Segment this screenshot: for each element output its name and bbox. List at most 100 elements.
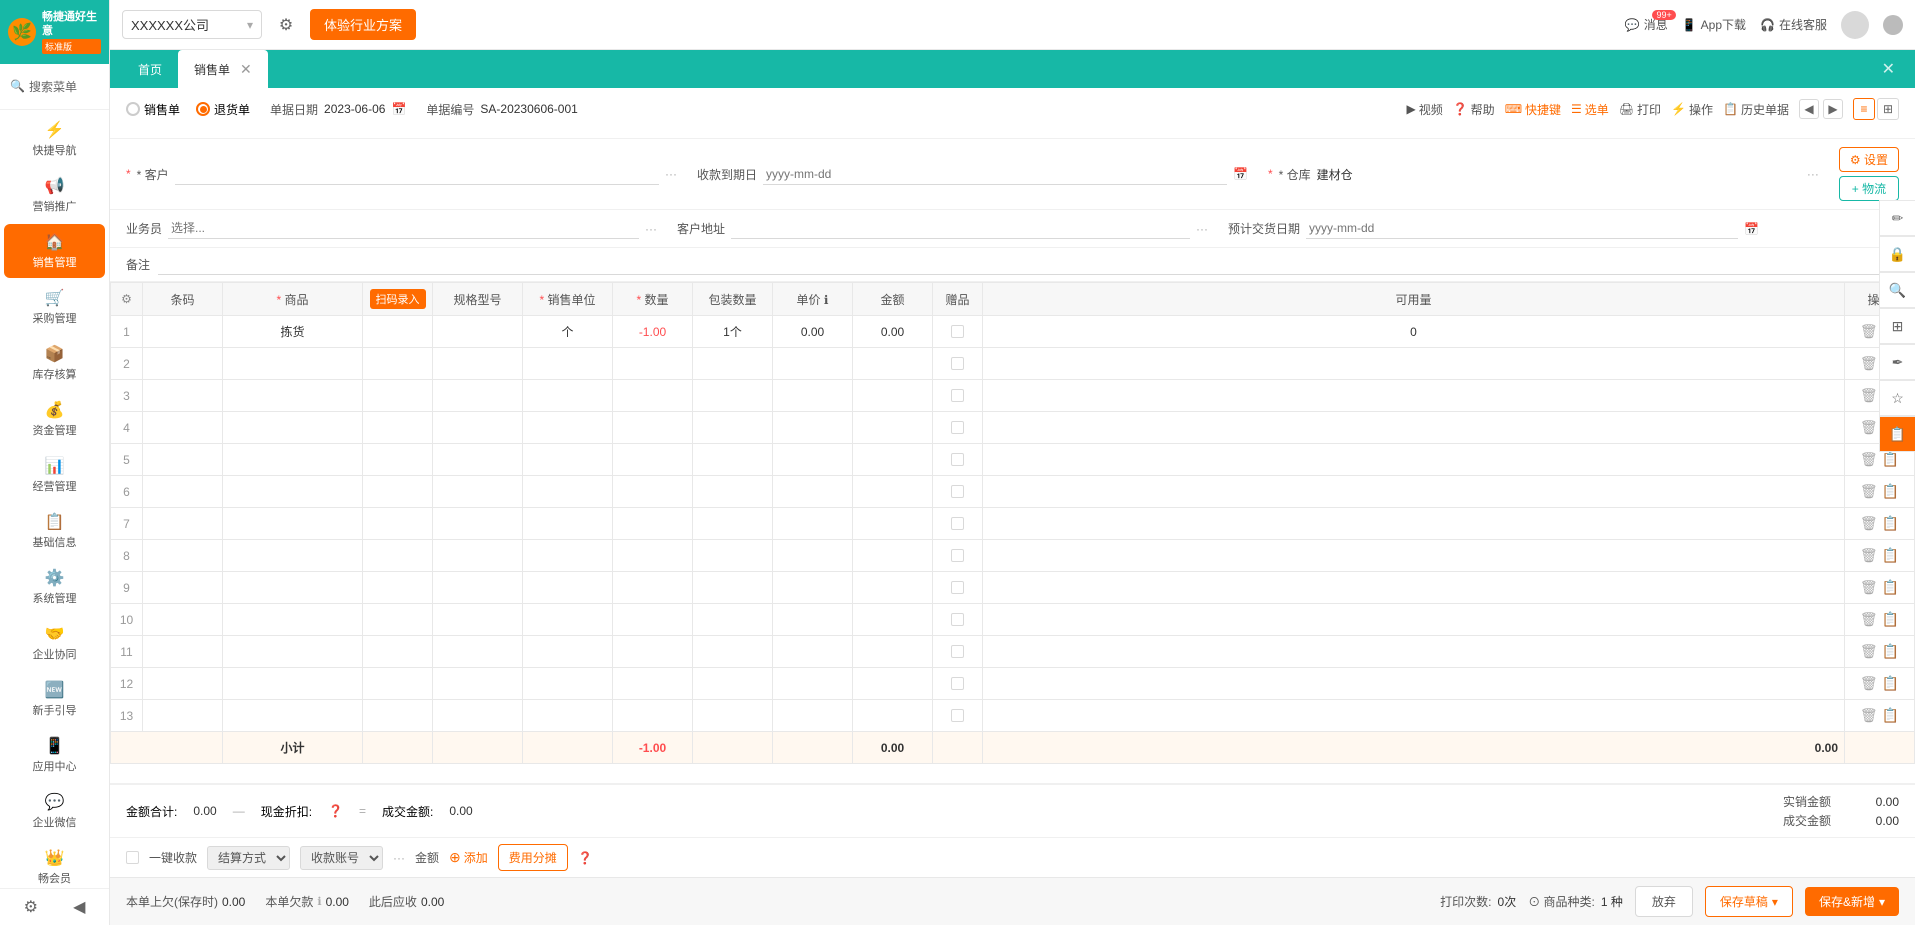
list-view-icon[interactable]: ≡ xyxy=(1853,98,1875,120)
save-draft-button[interactable]: 保存草稿 ▾ xyxy=(1705,886,1793,917)
expected-date-input[interactable] xyxy=(1306,218,1738,239)
tab-home[interactable]: 首页 xyxy=(122,50,178,88)
delete-icon[interactable]: 🗑 xyxy=(1860,355,1878,372)
history-action[interactable]: 📋 历史单据 xyxy=(1723,101,1789,118)
delete-icon[interactable]: 🗑 xyxy=(1860,419,1878,436)
customer-input[interactable] xyxy=(175,164,659,185)
row-unit2-1[interactable] xyxy=(433,316,523,348)
th-settings[interactable]: ⚙ xyxy=(111,283,143,316)
customer-addr-input[interactable] xyxy=(731,218,1190,239)
salesperson-dots-icon[interactable]: ··· xyxy=(645,222,657,236)
shortcut-action[interactable]: ⌨ 快捷键 xyxy=(1505,101,1561,118)
app-download-action[interactable]: 📱 App下载 xyxy=(1682,16,1746,33)
sidebar-item-member[interactable]: 👑 畅会员 xyxy=(4,840,105,888)
delete-icon[interactable]: 🗑 xyxy=(1860,387,1878,404)
addr-dots-icon[interactable]: ··· xyxy=(1196,222,1208,236)
customer-dots-icon[interactable]: ··· xyxy=(665,167,677,181)
radio-return[interactable]: 退货单 xyxy=(196,101,250,118)
discount-help-icon[interactable]: ❓ xyxy=(328,804,343,818)
setup-button[interactable]: ⚙ 设置 xyxy=(1839,147,1899,172)
sidebar-item-basics[interactable]: 📋 基础信息 xyxy=(4,504,105,558)
search-menu-item[interactable]: 🔍 搜索菜单 xyxy=(6,72,103,101)
select-action[interactable]: ☰ 选单 xyxy=(1571,101,1609,118)
add-payment-button[interactable]: ⊕ 添加 xyxy=(449,849,488,866)
sidebar-item-operations[interactable]: 📊 经营管理 xyxy=(4,448,105,502)
row-unit-1[interactable]: 个 xyxy=(523,316,613,348)
delete-icon[interactable]: 🗑 xyxy=(1860,451,1878,468)
help-action[interactable]: ❓ 帮助 xyxy=(1453,101,1495,118)
save-new-button[interactable]: 保存&新增 ▾ xyxy=(1805,887,1899,916)
sidebar-item-quick-nav[interactable]: ⚡ 快捷导航 xyxy=(4,112,105,166)
account-dots-icon[interactable]: ··· xyxy=(393,851,405,865)
payment-account-select[interactable]: 收款账号 xyxy=(300,846,383,870)
radio-sales[interactable]: 销售单 xyxy=(126,101,180,118)
float-cta-btn[interactable]: 📋 xyxy=(1879,416,1915,452)
sidebar-item-finance[interactable]: 💰 资金管理 xyxy=(4,392,105,446)
row-barcode-1[interactable] xyxy=(143,316,223,348)
delete-icon[interactable]: 🗑 xyxy=(1860,515,1878,532)
float-zoom-btn[interactable]: 🔍 xyxy=(1879,272,1915,308)
prev-arrow[interactable]: ◀ xyxy=(1799,99,1819,119)
copy-icon[interactable]: 📋 xyxy=(1882,483,1899,500)
note-input[interactable] xyxy=(158,254,1899,275)
video-action[interactable]: ▶ 视频 xyxy=(1406,101,1442,118)
trial-button[interactable]: 体验行业方案 xyxy=(310,9,416,40)
online-service-action[interactable]: 🎧 在线客服 xyxy=(1760,16,1827,33)
payment-help-icon[interactable]: ❓ xyxy=(578,851,593,865)
window-close-icon[interactable]: ✕ xyxy=(1874,59,1903,79)
float-star-btn[interactable]: ☆ xyxy=(1879,380,1915,416)
logistics-button[interactable]: + 物流 xyxy=(1839,176,1899,201)
row-spec-1[interactable] xyxy=(363,316,433,348)
sidebar-item-collab[interactable]: 🤝 企业协同 xyxy=(4,616,105,670)
payment-method-select[interactable]: 结算方式 xyxy=(207,846,290,870)
sidebar-item-purchase[interactable]: 🛒 采购管理 xyxy=(4,280,105,334)
user-avatar[interactable] xyxy=(1841,11,1869,39)
copy-icon[interactable]: 📋 xyxy=(1882,707,1899,724)
delete-icon[interactable]: 🗑 xyxy=(1860,547,1878,564)
copy-icon[interactable]: 📋 xyxy=(1882,547,1899,564)
topbar-settings-icon[interactable]: ⚙ xyxy=(272,11,300,39)
tab-close-icon[interactable]: ✕ xyxy=(240,61,252,78)
next-arrow[interactable]: ▶ xyxy=(1823,99,1843,119)
copy-icon[interactable]: 📋 xyxy=(1882,451,1899,468)
copy-icon[interactable]: 📋 xyxy=(1882,675,1899,692)
message-action[interactable]: 💬 消息 99+ xyxy=(1625,16,1668,33)
copy-icon[interactable]: 📋 xyxy=(1882,579,1899,596)
sidebar-item-sales[interactable]: 🏠 销售管理 xyxy=(4,224,105,278)
th-scan[interactable]: 扫码录入 xyxy=(363,283,433,316)
copy-icon[interactable]: 📋 xyxy=(1882,611,1899,628)
sidebar-item-guide[interactable]: 🆕 新手引导 xyxy=(4,672,105,726)
operate-action[interactable]: ⚡ 操作 xyxy=(1671,101,1713,118)
float-table-btn[interactable]: ⊞ xyxy=(1879,308,1915,344)
float-lock-btn[interactable]: 🔒 xyxy=(1879,236,1915,272)
scan-button[interactable]: 扫码录入 xyxy=(370,289,426,309)
expense-split-button[interactable]: 费用分摊 xyxy=(498,844,568,871)
delete-icon[interactable]: 🗑 xyxy=(1860,579,1878,596)
sidebar-item-marketing[interactable]: 📢 营销推广 xyxy=(4,168,105,222)
row-amount-1[interactable]: 0.00 xyxy=(853,316,933,348)
sidebar-item-inventory[interactable]: 📦 库存核算 xyxy=(4,336,105,390)
print-action[interactable]: 🖨 打印 xyxy=(1619,101,1661,118)
delete-icon[interactable]: 🗑 xyxy=(1860,675,1878,692)
expected-date-calendar-icon[interactable]: 📅 xyxy=(1744,222,1759,236)
row-product-1[interactable]: 拣货 xyxy=(223,316,363,348)
abandon-button[interactable]: 放弃 xyxy=(1635,886,1693,917)
copy-icon[interactable]: 📋 xyxy=(1882,515,1899,532)
salesperson-input[interactable] xyxy=(168,218,639,239)
sidebar-item-system[interactable]: ⚙️ 系统管理 xyxy=(4,560,105,614)
grid-view-icon[interactable]: ⊞ xyxy=(1877,98,1899,120)
user-avatar2[interactable] xyxy=(1883,15,1903,35)
company-selector[interactable]: XXXXXX公司 ▾ xyxy=(122,10,262,39)
delete-icon[interactable]: 🗑 xyxy=(1860,643,1878,660)
sidebar-collapse-icon[interactable]: ◀ xyxy=(73,897,85,917)
delete-icon[interactable]: 🗑 xyxy=(1860,707,1878,724)
warehouse-dots-icon[interactable]: ··· xyxy=(1807,167,1819,181)
delete-icon[interactable]: 🗑 xyxy=(1860,483,1878,500)
delete-icon[interactable]: 🗑 xyxy=(1860,611,1878,628)
delete-icon[interactable]: 🗑 xyxy=(1860,323,1878,340)
due-date-input[interactable] xyxy=(763,164,1227,185)
sidebar-settings-icon[interactable]: ⚙ xyxy=(24,897,38,917)
sidebar-item-apps[interactable]: 📱 应用中心 xyxy=(4,728,105,782)
copy-icon[interactable]: 📋 xyxy=(1882,643,1899,660)
float-edit-btn[interactable]: ✏ xyxy=(1879,200,1915,236)
